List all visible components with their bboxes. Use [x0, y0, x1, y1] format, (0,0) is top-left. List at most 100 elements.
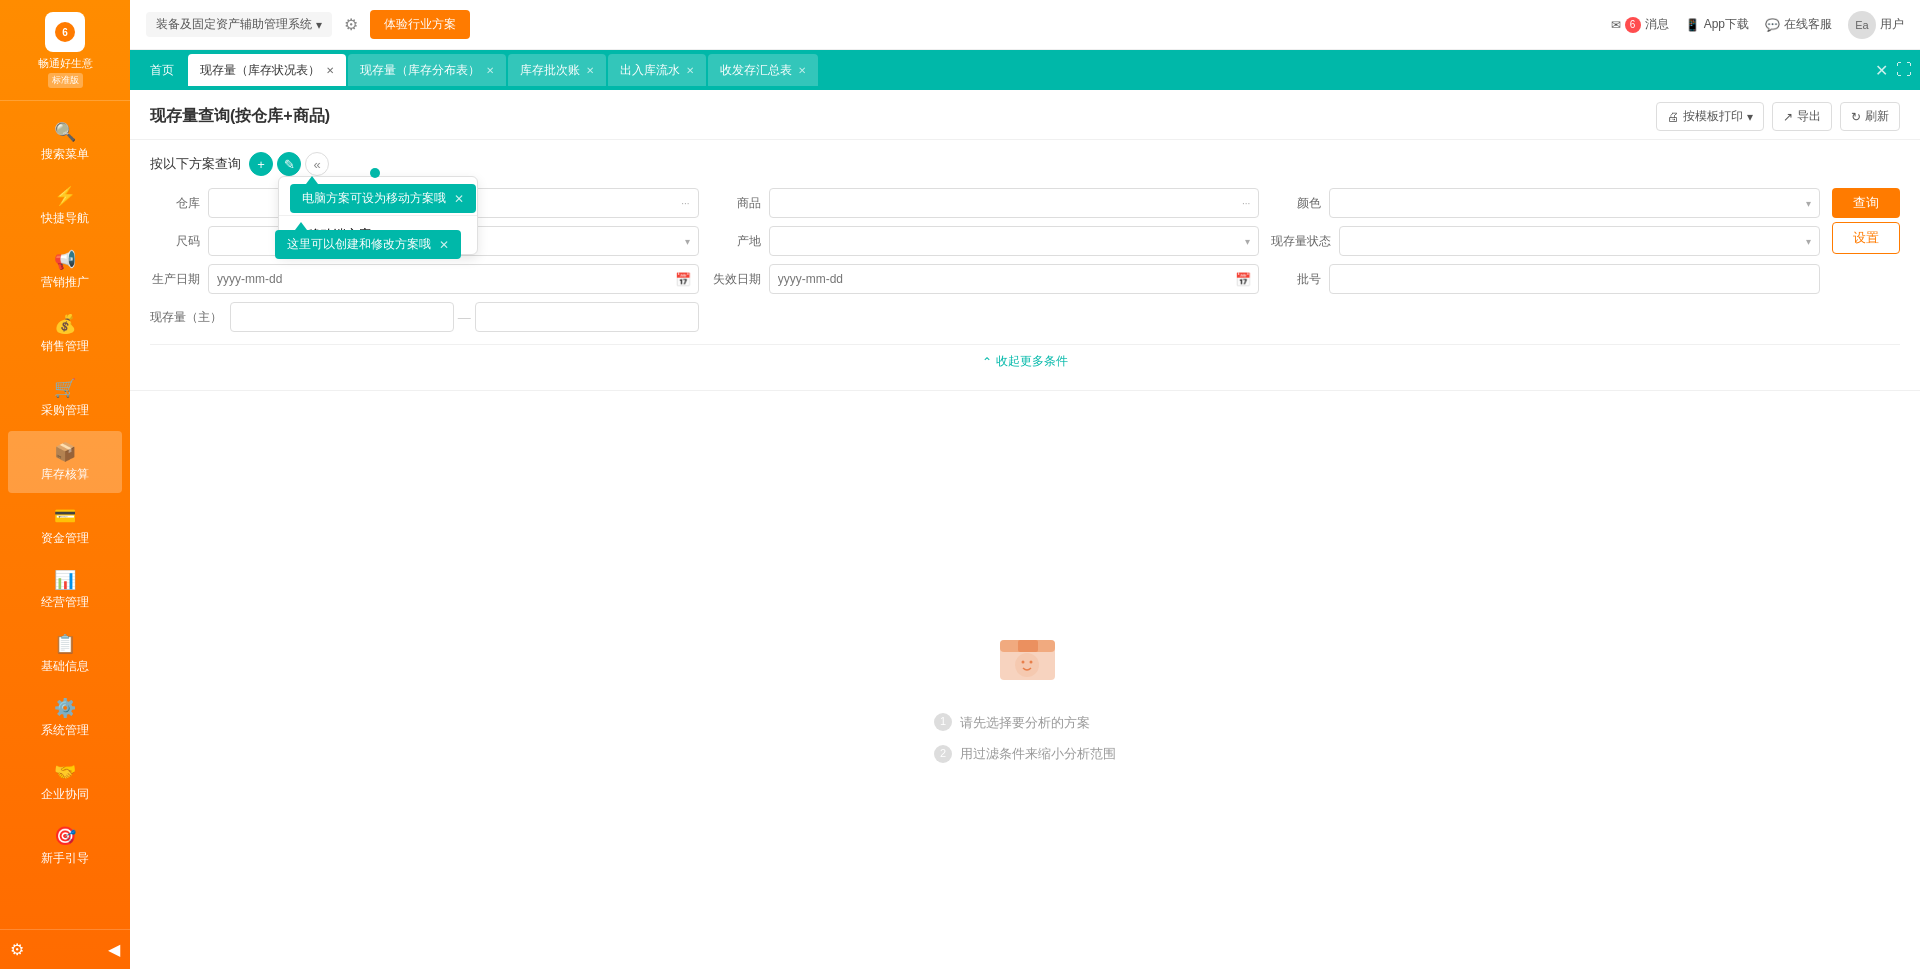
- sidebar-item-system[interactable]: ⚙️ 系统管理: [8, 687, 122, 749]
- filter-origin: 产地 ▾: [711, 226, 1260, 256]
- query-button[interactable]: 查询: [1832, 188, 1900, 218]
- step-2-num: 2: [934, 745, 952, 763]
- sidebar-item-sales[interactable]: 💰 销售管理: [8, 303, 122, 365]
- sidebar-item-basic[interactable]: 📋 基础信息: [8, 623, 122, 685]
- app-logo-icon: 6: [45, 12, 85, 52]
- origin-select[interactable]: ▾: [769, 226, 1260, 256]
- tab-inventory-dist[interactable]: 现存量（库存分布表） ✕: [348, 54, 506, 86]
- lightning-icon: ⚡: [54, 185, 76, 207]
- filter-current-qty: 现存量（主） —: [150, 302, 699, 332]
- step-1-num: 1: [934, 713, 952, 731]
- sidebar-item-enterprise[interactable]: 🤝 企业协同: [8, 751, 122, 813]
- phone-icon: 📱: [1685, 18, 1700, 32]
- online-support-label: 在线客服: [1784, 16, 1832, 33]
- scheme-tooltip-close[interactable]: ✕: [454, 192, 464, 206]
- app-download-action[interactable]: 📱 App下载: [1685, 16, 1749, 33]
- edit-scheme-btn[interactable]: ✎: [277, 152, 301, 176]
- tab-inventory-status-close[interactable]: ✕: [326, 65, 334, 76]
- dropdown-arrow-icon: ▾: [316, 18, 322, 32]
- sidebar-bottom: ⚙ ◀: [0, 929, 130, 969]
- current-qty-from[interactable]: [230, 302, 454, 332]
- inventory-status-select-arrow: ▾: [1806, 236, 1811, 247]
- current-qty-to[interactable]: [475, 302, 699, 332]
- color-select[interactable]: ▾: [1329, 188, 1820, 218]
- system-name-label: 装备及固定资产辅助管理系统: [156, 16, 312, 33]
- experience-button[interactable]: 体验行业方案: [370, 10, 470, 39]
- refresh-icon: ↻: [1851, 110, 1861, 124]
- print-template-btn[interactable]: 🖨 按模板打印 ▾: [1656, 102, 1764, 131]
- system-selector[interactable]: 装备及固定资产辅助管理系统 ▾: [146, 12, 332, 37]
- sidebar-collapse-btn[interactable]: ◀: [108, 940, 120, 959]
- notification-badge: 6: [1625, 17, 1641, 33]
- online-support-action[interactable]: 💬 在线客服: [1765, 16, 1832, 33]
- tab-in-out-flow[interactable]: 出入库流水 ✕: [608, 54, 706, 86]
- production-date-input[interactable]: [208, 264, 699, 294]
- message-icon: ✉: [1611, 18, 1621, 32]
- tab-inventory-status[interactable]: 现存量（库存状况表） ✕: [188, 54, 346, 86]
- page-area: 现存量查询(按仓库+商品) 🖨 按模板打印 ▾ ↗ 导出 ↻ 刷新: [130, 90, 1920, 969]
- print-dropdown-icon: ▾: [1747, 110, 1753, 124]
- sidebar-item-finance-label: 资金管理: [41, 530, 89, 547]
- export-btn[interactable]: ↗ 导出: [1772, 102, 1832, 131]
- sidebar-item-quick[interactable]: ⚡ 快捷导航: [8, 175, 122, 237]
- inventory-status-label: 现存量状态: [1271, 233, 1331, 250]
- tab-batch-accounts-close[interactable]: ✕: [586, 65, 594, 76]
- collapse-conditions-btn[interactable]: ⌃ 收起更多条件: [150, 344, 1900, 378]
- expiry-date-input[interactable]: [769, 264, 1260, 294]
- tab-collect-summary[interactable]: 收发存汇总表 ✕: [708, 54, 818, 86]
- notifications-action[interactable]: ✉ 6 消息: [1611, 16, 1669, 33]
- sidebar-item-inventory[interactable]: 📦 库存核算: [8, 431, 122, 493]
- filter-production-date: 生产日期 📅: [150, 264, 699, 294]
- tab-in-out-flow-close[interactable]: ✕: [686, 65, 694, 76]
- tab-bar-close-btn[interactable]: ✕: [1875, 61, 1888, 80]
- edit-tooltip-close[interactable]: ✕: [439, 238, 449, 252]
- support-icon: 💬: [1765, 18, 1780, 32]
- filter-row-4: 现存量（主） —: [150, 302, 1820, 332]
- color-select-arrow: ▾: [1806, 198, 1811, 209]
- tab-home[interactable]: 首页: [138, 54, 186, 86]
- sidebar-item-inventory-label: 库存核算: [41, 466, 89, 483]
- origin-label: 产地: [711, 233, 761, 250]
- filter-area: 按以下方案查询 + ✎ « 电: [130, 140, 1920, 391]
- tab-inventory-dist-close[interactable]: ✕: [486, 65, 494, 76]
- sidebar-item-search-label: 搜索菜单: [41, 146, 89, 163]
- svg-point-5: [1015, 653, 1039, 677]
- settings-icon[interactable]: ⚙: [344, 15, 358, 34]
- production-date-label: 生产日期: [150, 271, 200, 288]
- product-select-arrow: ···: [1242, 198, 1250, 209]
- tab-bar-maximize-btn[interactable]: ⛶: [1896, 61, 1912, 80]
- sidebar-item-finance[interactable]: 💳 资金管理: [8, 495, 122, 557]
- calendar-icon: 📅: [675, 272, 691, 287]
- batch-no-input[interactable]: [1329, 264, 1820, 294]
- tab-collect-summary-close[interactable]: ✕: [798, 65, 806, 76]
- sidebar-item-system-label: 系统管理: [41, 722, 89, 739]
- sidebar-item-search[interactable]: 🔍 搜索菜单: [8, 111, 122, 173]
- product-select[interactable]: ···: [769, 188, 1260, 218]
- search-icon: 🔍: [54, 121, 76, 143]
- tab-in-out-flow-label: 出入库流水: [620, 62, 680, 79]
- color-label: 颜色: [1271, 195, 1321, 212]
- reset-button[interactable]: 设置: [1832, 222, 1900, 254]
- filter-label: 按以下方案查询: [150, 155, 241, 173]
- add-scheme-btn[interactable]: +: [249, 152, 273, 176]
- arrow-scheme-btn[interactable]: «: [305, 152, 329, 176]
- user-action[interactable]: Ea 用户: [1848, 11, 1904, 39]
- inventory-status-select[interactable]: ▾: [1339, 226, 1820, 256]
- empty-step-1: 1 请先选择要分析的方案: [934, 711, 1116, 734]
- sidebar-item-marketing[interactable]: 📢 营销推广: [8, 239, 122, 301]
- empty-illustration: [975, 595, 1075, 695]
- system-icon: ⚙️: [54, 697, 76, 719]
- refresh-btn[interactable]: ↻ 刷新: [1840, 102, 1900, 131]
- sidebar-item-guide[interactable]: 🎯 新手引导: [8, 815, 122, 877]
- sidebar-item-operations[interactable]: 📊 经营管理: [8, 559, 122, 621]
- filter-header: 按以下方案查询 + ✎ «: [150, 152, 1900, 176]
- basic-icon: 📋: [54, 633, 76, 655]
- sidebar-item-purchase[interactable]: 🛒 采购管理: [8, 367, 122, 429]
- tab-batch-accounts[interactable]: 库存批次账 ✕: [508, 54, 606, 86]
- empty-state: 1 请先选择要分析的方案 2 用过滤条件来缩小分析范围: [130, 391, 1920, 969]
- sidebar-settings-btn[interactable]: ⚙: [10, 940, 24, 959]
- app-download-label: App下载: [1704, 16, 1749, 33]
- tab-inventory-status-label: 现存量（库存状况表）: [200, 62, 320, 79]
- edit-tooltip-box: 这里可以创建和修改方案哦 ✕: [275, 230, 461, 259]
- filter-row-3: 生产日期 📅 失效日期 📅: [150, 264, 1820, 294]
